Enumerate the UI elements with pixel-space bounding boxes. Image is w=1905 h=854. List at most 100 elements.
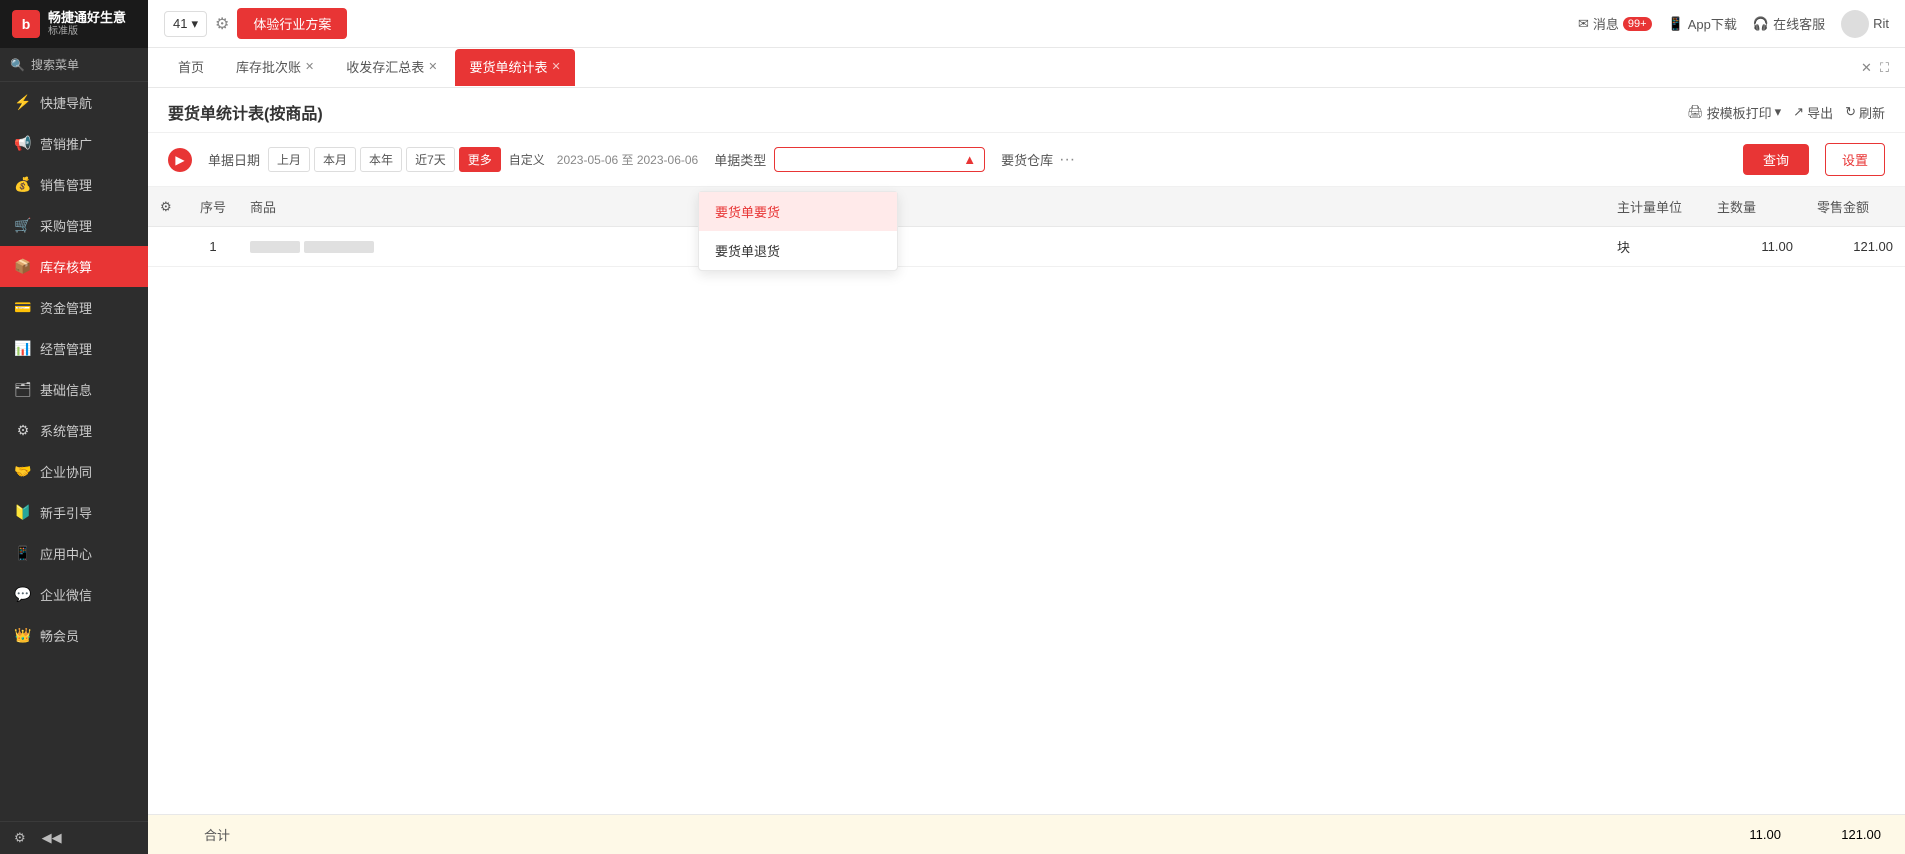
guide-icon: 🔰: [14, 504, 32, 521]
sidebar-search[interactable]: 🔍 搜索菜单: [0, 48, 148, 82]
main-area: 41 ▾ ⚙ 体验行业方案 ✉ 消息 99+ 📱 App下载 🎧 在线客服 R: [148, 0, 1905, 854]
topbar-settings-icon[interactable]: ⚙: [215, 14, 229, 34]
tab-batch-account-close[interactable]: ✕: [305, 60, 314, 73]
sidebar-item-app-center[interactable]: 📱 应用中心: [0, 533, 148, 574]
sidebar-item-basic-info[interactable]: 🗂 基础信息: [0, 369, 148, 410]
marketing-icon: 📢: [14, 135, 32, 152]
quick-nav-icon: ⚡: [14, 94, 32, 111]
online-service-btn[interactable]: 🎧 在线客服: [1753, 14, 1825, 33]
app-logo: b 畅捷通好生意 标准版: [0, 0, 148, 48]
export-label: 导出: [1807, 103, 1833, 122]
sidebar-item-vip[interactable]: 👑 畅会员: [0, 615, 148, 656]
sidebar-item-label: 资金管理: [40, 298, 92, 317]
col-settings-header[interactable]: ⚙: [148, 187, 188, 227]
messages-btn[interactable]: ✉ 消息 99+: [1578, 14, 1652, 33]
logo-main: 畅捷通好生意: [48, 10, 126, 26]
refresh-label: 刷新: [1859, 103, 1885, 122]
query-btn[interactable]: 查询: [1743, 144, 1809, 175]
sidebar-item-operations[interactable]: 📊 经营管理: [0, 328, 148, 369]
user-name: Rit: [1873, 16, 1889, 31]
logo-text: 畅捷通好生意 标准版: [48, 10, 126, 38]
filter-expand-btn[interactable]: ▶: [168, 148, 192, 172]
sidebar-item-label: 经营管理: [40, 339, 92, 358]
warehouse-filter-group: 要货仓库 ···: [1001, 150, 1075, 169]
date-btn-this-year[interactable]: 本年: [360, 147, 402, 172]
store-name: 41: [173, 16, 187, 31]
system-icon: ⚙: [14, 422, 32, 439]
table-footer: 合计 11.00 121.00: [148, 814, 1905, 854]
col-amount-header: 零售金额: [1805, 187, 1905, 227]
sidebar: b 畅捷通好生意 标准版 🔍 搜索菜单 ⚡ 快捷导航 📢 营销推广 💰 销售管理…: [0, 0, 148, 854]
export-btn[interactable]: ↗ 导出: [1793, 103, 1833, 122]
sidebar-settings-icon[interactable]: ⚙: [14, 830, 26, 846]
tab-batch-account[interactable]: 库存批次账 ✕: [222, 49, 328, 86]
tab-home[interactable]: 首页: [164, 49, 218, 86]
type-filter-group: 单据类型 ▲: [714, 147, 985, 172]
footer-label: 合计: [204, 825, 230, 844]
print-template-btn[interactable]: 🖨 按模板打印 ▾: [1687, 103, 1781, 122]
vip-icon: 👑: [14, 627, 32, 644]
sidebar-item-guide[interactable]: 🔰 新手引导: [0, 492, 148, 533]
dropdown-item-order-goods[interactable]: 要货单要货: [699, 192, 897, 231]
page-header: 要货单统计表(按商品) 🖨 按模板打印 ▾ ↗ 导出 ↻ 刷新: [148, 88, 1905, 133]
tabs-close-all-icon[interactable]: ✕: [1861, 60, 1872, 76]
tab-collect-summary[interactable]: 收发存汇总表 ✕: [332, 49, 451, 86]
footer-total-amount: 121.00: [1781, 827, 1881, 842]
tab-order-summary-close[interactable]: ✕: [552, 60, 561, 73]
online-service-label: 在线客服: [1773, 14, 1825, 33]
dropdown-item-order-return[interactable]: 要货单退货: [699, 231, 897, 270]
date-btn-last7[interactable]: 近7天: [406, 147, 455, 172]
avatar: [1841, 10, 1869, 38]
sidebar-collapse-icon[interactable]: ◀◀: [42, 830, 62, 846]
filter-settings-btn[interactable]: 设置: [1825, 143, 1885, 176]
search-label: 搜索菜单: [31, 56, 79, 73]
user-profile[interactable]: Rit: [1841, 10, 1889, 38]
sidebar-item-corp-wechat[interactable]: 💬 企业微信: [0, 574, 148, 615]
date-range: 2023-05-06 至 2023-06-06: [557, 151, 698, 168]
refresh-icon: ↻: [1845, 104, 1856, 120]
date-btn-more[interactable]: 更多: [459, 147, 501, 172]
type-filter-label: 单据类型: [714, 150, 766, 169]
app-center-icon: 📱: [14, 545, 32, 562]
store-selector[interactable]: 41 ▾: [164, 11, 207, 37]
sidebar-item-inventory[interactable]: 📦 库存核算: [0, 246, 148, 287]
row-qty: 11.00: [1705, 227, 1805, 267]
type-filter-input-box[interactable]: ▲: [774, 147, 985, 172]
trial-btn[interactable]: 体验行业方案: [237, 8, 347, 39]
date-btn-up[interactable]: 上月: [268, 147, 310, 172]
sidebar-item-label: 基础信息: [40, 380, 92, 399]
tab-collect-summary-close[interactable]: ✕: [428, 60, 437, 73]
date-btn-this-month[interactable]: 本月: [314, 147, 356, 172]
messages-label: 消息: [1593, 14, 1619, 33]
message-icon: ✉: [1578, 16, 1589, 32]
sidebar-item-sales[interactable]: 💰 销售管理: [0, 164, 148, 205]
placeholder-bar-1: [250, 241, 300, 253]
type-filter-input[interactable]: [783, 152, 959, 167]
headset-icon: 🎧: [1753, 16, 1769, 32]
col-qty-header: 主数量: [1705, 187, 1805, 227]
sidebar-item-system[interactable]: ⚙ 系统管理: [0, 410, 148, 451]
refresh-btn[interactable]: ↻ 刷新: [1845, 103, 1885, 122]
sidebar-item-marketing[interactable]: 📢 营销推广: [0, 123, 148, 164]
messages-badge: 99+: [1623, 17, 1652, 31]
tab-order-summary[interactable]: 要货单统计表 ✕: [455, 49, 574, 86]
operations-icon: 📊: [14, 340, 32, 357]
tabs-expand-icon[interactable]: ⛶: [1880, 60, 1889, 76]
tabs-actions: ✕ ⛶: [1861, 60, 1889, 76]
type-filter-chevron-icon[interactable]: ▲: [963, 152, 976, 167]
phone-icon: 📱: [1668, 16, 1684, 32]
data-table: ⚙ 序号 商品 主计量单位 主数量 零售金额 1: [148, 187, 1905, 267]
date-quick-btns: 上月 本月 本年 近7天 更多: [268, 147, 501, 172]
sidebar-item-enterprise[interactable]: 🤝 企业协同: [0, 451, 148, 492]
warehouse-filter-label: 要货仓库: [1001, 150, 1053, 169]
sidebar-item-quick-nav[interactable]: ⚡ 快捷导航: [0, 82, 148, 123]
sidebar-item-finance[interactable]: 💳 资金管理: [0, 287, 148, 328]
print-icon: 🖨: [1687, 104, 1704, 120]
sidebar-item-procurement[interactable]: 🛒 采购管理: [0, 205, 148, 246]
warehouse-filter-dots[interactable]: ···: [1059, 151, 1075, 169]
sidebar-item-label: 系统管理: [40, 421, 92, 440]
date-custom-btn[interactable]: 自定义: [509, 151, 545, 168]
app-download-btn[interactable]: 📱 App下载: [1668, 14, 1737, 33]
print-chevron-icon: ▾: [1775, 104, 1782, 120]
table-header-row: ⚙ 序号 商品 主计量单位 主数量 零售金额: [148, 187, 1905, 227]
